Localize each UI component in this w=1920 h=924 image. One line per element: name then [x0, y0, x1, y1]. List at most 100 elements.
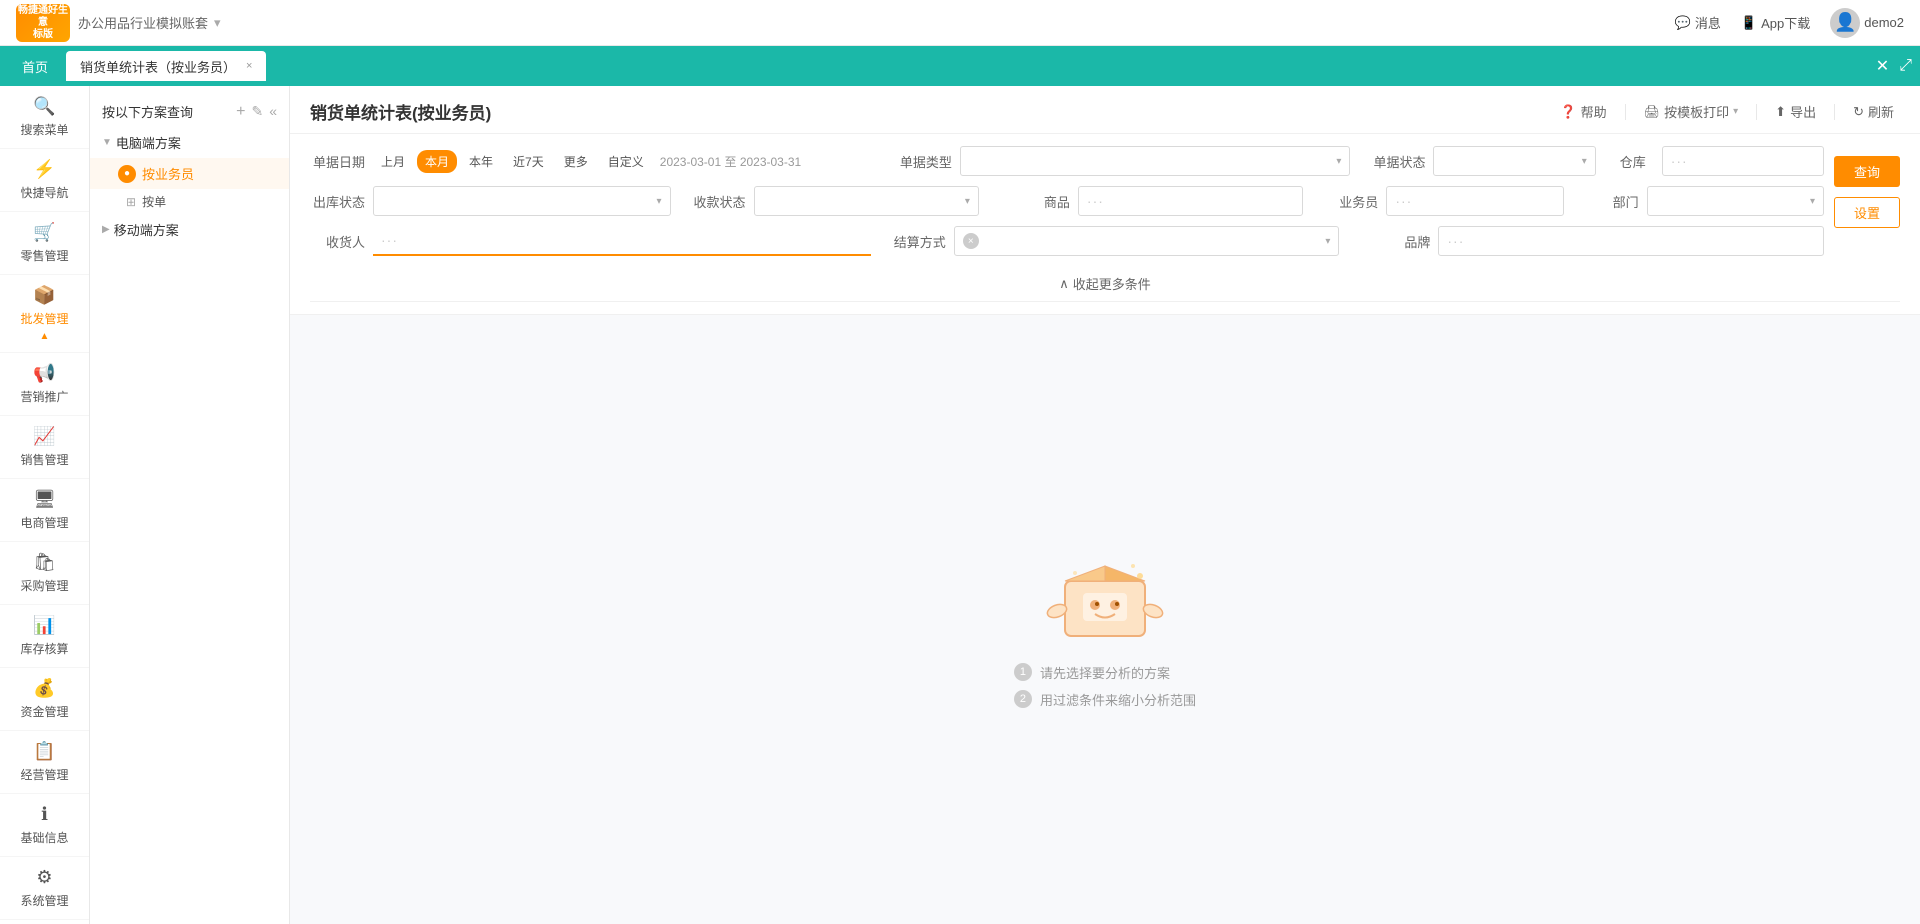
sidebar-item-sales[interactable]: 📈 销售管理 [0, 416, 89, 479]
settlement-clear-icon[interactable]: × [963, 233, 979, 249]
main-content: 1 请先选择要分析的方案 2 用过滤条件来缩小分析范围 [290, 315, 1920, 924]
add-scheme-icon[interactable]: + [236, 103, 245, 121]
sidebar: 🔍 搜索菜单 ⚡ 快捷导航 🛒 零售管理 📦 批发管理 ▲ 📢 营销推广 📈 销… [0, 86, 90, 924]
tip-num-1: 1 [1014, 663, 1032, 681]
help-button[interactable]: ❓ 帮助 [1554, 98, 1612, 125]
export-button[interactable]: ⬆ 导出 [1769, 98, 1822, 125]
sidebar-item-retail[interactable]: 🛒 零售管理 [0, 212, 89, 275]
collapse-button[interactable]: ∧ 收起更多条件 [1059, 274, 1151, 293]
tabbar-actions: ✕ ⤢ [1876, 56, 1912, 76]
avatar: 👤 [1830, 8, 1860, 38]
sidebar-item-inventory[interactable]: 📊 库存核算 [0, 605, 89, 668]
print-button[interactable]: 🖨 按模板打印 ▾ [1638, 98, 1745, 125]
filter-settlement-input[interactable]: × ▾ [954, 226, 1340, 256]
filter-doc-type-label: 单据类型 [897, 152, 952, 171]
empty-tip-2-text: 用过滤条件来缩小分析范围 [1040, 690, 1196, 709]
tree-sub-order[interactable]: ⊞ 按单 [90, 189, 289, 214]
filter-row-3: 收货人 ··· 结算方式 × ▾ [310, 226, 1824, 256]
query-button[interactable]: 查询 [1834, 156, 1900, 187]
sidebar-item-ecommerce[interactable]: 🖥 电商管理 [0, 479, 89, 542]
empty-state: 1 请先选择要分析的方案 2 用过滤条件来缩小分析范围 [1014, 531, 1196, 709]
settings-button[interactable]: 设置 [1834, 197, 1900, 228]
tab-active[interactable]: 销货单统计表（按业务员） × [66, 51, 266, 81]
tree-mobile-parent[interactable]: ▶ 移动端方案 [90, 214, 289, 245]
window-expand-icon[interactable]: ⤢ [1899, 57, 1912, 75]
tab-home[interactable]: 首页 [8, 51, 62, 81]
date-tab-7days[interactable]: 近7天 [505, 150, 552, 173]
filter-goods-input[interactable]: ··· [1078, 186, 1303, 216]
sidebar-item-label-inventory: 库存核算 [20, 640, 68, 657]
sidebar-item-search[interactable]: 🔍 搜索菜单 [0, 86, 89, 149]
topbar-right: 💬 消息 📱 App下载 👤 demo2 [1675, 8, 1904, 38]
filter-doc-type-input[interactable]: ▾ [960, 146, 1351, 176]
filter-out-status-input[interactable]: ▾ [373, 186, 671, 216]
sidebar-item-basic-info[interactable]: ℹ 基础信息 [0, 794, 89, 857]
sidebar-item-purchase[interactable]: 🛍 采购管理 [0, 542, 89, 605]
tree-desktop-parent[interactable]: ▼ 电脑端方案 [90, 127, 289, 158]
refresh-button[interactable]: ↻ 刷新 [1847, 98, 1900, 125]
date-tab-custom[interactable]: 自定义 [600, 150, 652, 173]
retail-icon: 🛒 [33, 222, 55, 243]
out-status-chevron-icon: ▾ [656, 196, 661, 207]
tab-close-icon[interactable]: × [246, 60, 252, 72]
collapse-panel-icon[interactable]: « [269, 103, 277, 121]
tree-child-salesperson-label: 按业务员 [142, 164, 194, 183]
page-title-bar: 销货单统计表(按业务员) ❓ 帮助 🖨 按模板打印 ▾ ⬆ [290, 86, 1920, 134]
app-download-label: App下载 [1761, 13, 1810, 32]
sidebar-item-label-wholesale: 批发管理 [20, 310, 68, 327]
left-panel-header: 按以下方案查询 + ✎ « [90, 96, 289, 127]
empty-illustration [1045, 531, 1165, 651]
tabbar: 首页 销货单统计表（按业务员） × ✕ ⤢ [0, 46, 1920, 86]
filter-doc-status-input[interactable]: ▾ [1433, 146, 1595, 176]
collapse-label: 收起更多条件 [1073, 274, 1151, 293]
inventory-icon: 📊 [33, 615, 55, 636]
sidebar-item-label-ecommerce: 电商管理 [20, 514, 68, 531]
sidebar-item-wholesale[interactable]: 📦 批发管理 ▲ [0, 275, 89, 353]
filter-out-status-label: 出库状态 [310, 192, 365, 211]
sidebar-item-marketing[interactable]: 📢 营销推广 [0, 353, 89, 416]
filter-receipt-status-input[interactable]: ▾ [754, 186, 979, 216]
edit-scheme-icon[interactable]: ✎ [251, 103, 263, 121]
window-close-icon[interactable]: ✕ [1876, 56, 1889, 76]
export-icon: ⬆ [1775, 104, 1786, 120]
tree-child-salesperson[interactable]: ● 按业务员 [90, 158, 289, 189]
page-title: 销货单统计表(按业务员) [310, 99, 491, 124]
finance-icon: 💰 [33, 678, 55, 699]
breadcrumb[interactable]: 办公用品行业模拟账套 ▾ [78, 13, 221, 32]
date-tab-this-year[interactable]: 本年 [461, 150, 501, 173]
sidebar-item-label-purchase: 采购管理 [20, 577, 68, 594]
export-label: 导出 [1790, 102, 1816, 121]
date-tab-this-month[interactable]: 本月 [417, 150, 457, 173]
message-button[interactable]: 💬 消息 [1675, 13, 1721, 32]
filter-brand-input[interactable]: ··· [1438, 226, 1824, 256]
system-icon: ⚙ [36, 867, 52, 888]
sidebar-item-management[interactable]: 📋 经营管理 [0, 731, 89, 794]
salesperson-badge: ● [118, 165, 136, 183]
sidebar-item-label-retail: 零售管理 [20, 247, 68, 264]
tree-desktop-label: 电脑端方案 [116, 133, 181, 152]
filter-dept-input[interactable]: ▾ [1647, 186, 1824, 216]
brand-dots: ··· [1447, 233, 1464, 249]
filter-goods-item: 商品 ··· [1015, 186, 1303, 216]
receipt-status-chevron-icon: ▾ [965, 196, 970, 207]
user-menu[interactable]: 👤 demo2 [1830, 8, 1904, 38]
filter-form-fields: 单据日期 上月 本月 本年 近7天 更多 自定义 [310, 146, 1824, 266]
filter-consignee-input[interactable]: ··· [373, 226, 871, 256]
print-icon: 🖨 [1644, 104, 1661, 120]
sidebar-item-finance[interactable]: 💰 资金管理 [0, 668, 89, 731]
sidebar-item-enterprise[interactable]: 🤝 企业协同 [0, 920, 89, 924]
date-tab-more[interactable]: 更多 [556, 150, 596, 173]
print-arrow-icon: ▾ [1733, 106, 1738, 117]
app-download-button[interactable]: 📱 App下载 [1741, 13, 1810, 32]
tab-active-label: 销货单统计表（按业务员） [80, 57, 236, 76]
doc-type-chevron-icon: ▾ [1336, 156, 1341, 167]
filter-goods-label: 商品 [1015, 192, 1070, 211]
filter-warehouse-input[interactable]: ··· [1662, 146, 1824, 176]
filter-salesperson-input[interactable]: ··· [1386, 186, 1563, 216]
sidebar-item-nav[interactable]: ⚡ 快捷导航 [0, 149, 89, 212]
date-tab-last-month[interactable]: 上月 [373, 150, 413, 173]
sidebar-item-system[interactable]: ⚙ 系统管理 [0, 857, 89, 920]
basic-info-icon: ℹ [41, 804, 48, 825]
breadcrumb-dropdown-icon[interactable]: ▾ [214, 15, 221, 31]
breadcrumb-text: 办公用品行业模拟账套 [78, 13, 208, 32]
